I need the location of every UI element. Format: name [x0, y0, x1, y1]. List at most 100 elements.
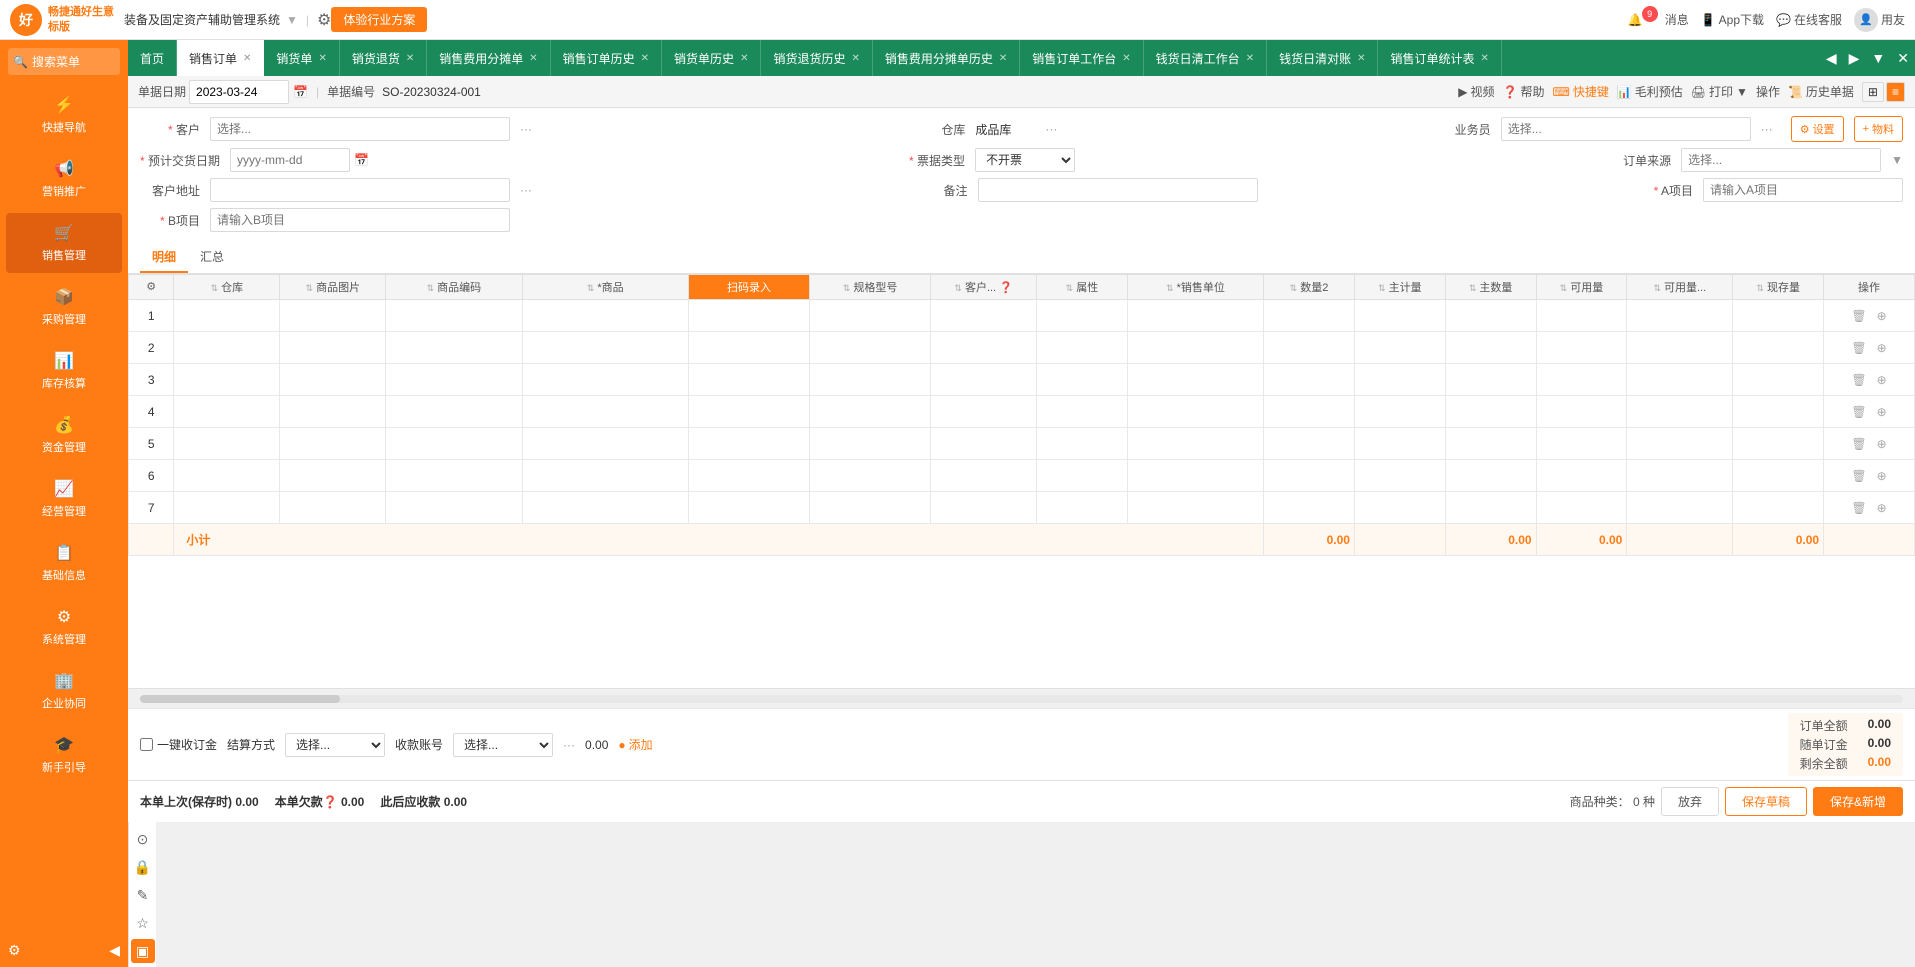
close-tab-sales-return[interactable]: ✕: [406, 53, 414, 64]
row-6-delete-button[interactable]: 🗑: [1848, 468, 1869, 484]
warehouse-more-icon[interactable]: ···: [1045, 122, 1057, 136]
col-product-image[interactable]: ⇅ 商品图片: [280, 275, 386, 300]
order-source-input[interactable]: [1681, 148, 1881, 172]
close-tab-daily-workbench[interactable]: ✕: [1246, 53, 1254, 64]
close-tab-order-workbench[interactable]: ✕: [1122, 53, 1130, 64]
view-video-button[interactable]: ▶ 视频: [1458, 83, 1494, 100]
row-2-delete-button[interactable]: 🗑: [1848, 340, 1869, 356]
row-2-scan[interactable]: [688, 332, 809, 364]
row-3-copy-button[interactable]: ⊕: [1874, 372, 1890, 388]
close-tab-invoice-history[interactable]: ✕: [740, 53, 748, 64]
row-1-available2[interactable]: [1627, 300, 1733, 332]
row-1-image[interactable]: [280, 300, 386, 332]
close-tab-sales-expense[interactable]: ✕: [529, 53, 537, 64]
date-input[interactable]: [189, 80, 289, 104]
one-click-checkbox[interactable]: [140, 738, 153, 751]
settings-button[interactable]: ⚙ 设置: [1791, 116, 1844, 142]
row-4-delete-button[interactable]: 🗑: [1848, 404, 1869, 420]
row-2-current[interactable]: [1733, 332, 1824, 364]
row-2-product[interactable]: [522, 332, 688, 364]
receipt-no-select[interactable]: 选择...: [453, 733, 553, 757]
row-1-sales-unit[interactable]: [1127, 300, 1263, 332]
row-2-available2[interactable]: [1627, 332, 1733, 364]
sidebar-item-quick-nav[interactable]: ⚡ 快捷导航: [6, 85, 122, 145]
tab-home[interactable]: 首页: [128, 40, 177, 76]
a-project-input[interactable]: [1703, 178, 1903, 202]
row-1-product[interactable]: [522, 300, 688, 332]
right-panel-icon-1[interactable]: ⊙: [131, 827, 155, 851]
profit-button[interactable]: 📊 毛利预估: [1617, 83, 1683, 100]
system-dropdown-icon[interactable]: ▼: [286, 13, 298, 27]
customer-input[interactable]: [210, 117, 510, 141]
row-2-main-qty[interactable]: [1445, 332, 1536, 364]
shortcut-button[interactable]: ⌨ 快捷键: [1552, 83, 1608, 100]
tab-close-all[interactable]: ✕: [1891, 50, 1915, 67]
address-more-icon[interactable]: ···: [520, 183, 532, 197]
message-button[interactable]: 🔔 9 消息: [1628, 11, 1689, 28]
sidebar-collapse-button[interactable]: ◀: [109, 942, 120, 959]
salesman-input[interactable]: [1501, 117, 1751, 141]
row-1-qty2[interactable]: [1264, 300, 1355, 332]
discard-button[interactable]: 放弃: [1661, 787, 1719, 816]
tab-sales-invoice[interactable]: 销货单 ✕: [264, 40, 339, 76]
add-payment-button[interactable]: ● 添加: [618, 736, 652, 753]
row-2-sales-unit[interactable]: [1127, 332, 1263, 364]
row-1-main-qty[interactable]: [1445, 300, 1536, 332]
row-1-spec[interactable]: [810, 300, 931, 332]
col-spec[interactable]: ⇅ 规格型号: [810, 275, 931, 300]
col-sales-unit[interactable]: ⇅ *销售单位: [1127, 275, 1263, 300]
tab-sales-expense[interactable]: 销售费用分摊单 ✕: [427, 40, 550, 76]
scrollbar-thumb[interactable]: [140, 695, 340, 703]
save-draft-button[interactable]: 保存草稿: [1725, 787, 1807, 816]
salesman-more-icon[interactable]: ···: [1761, 122, 1773, 136]
col-available-qty[interactable]: ⇅ 可用量: [1536, 275, 1627, 300]
sidebar-item-capital[interactable]: 💰 资金管理: [6, 405, 122, 465]
user-menu-button[interactable]: 👤 用友: [1854, 8, 1905, 32]
sidebar-item-system[interactable]: ⚙ 系统管理: [6, 597, 122, 657]
col-current-stock[interactable]: ⇅ 现存量: [1733, 275, 1824, 300]
sidebar-item-new-guide[interactable]: 🎓 新手引导: [6, 725, 122, 785]
row-2-code[interactable]: [386, 332, 522, 364]
close-tab-sales-order[interactable]: ✕: [243, 53, 251, 64]
row-2-available[interactable]: [1536, 332, 1627, 364]
tab-prev-arrow[interactable]: ◀: [1820, 50, 1843, 67]
sidebar-item-marketing[interactable]: 📢 营销推广: [6, 149, 122, 209]
row-2-attribute[interactable]: [1037, 332, 1128, 364]
row-1-scan[interactable]: [688, 300, 809, 332]
calendar-icon[interactable]: 📅: [293, 85, 308, 99]
tab-sales-order[interactable]: 销售订单 ✕: [177, 40, 264, 76]
col-product[interactable]: ⇅ *商品: [522, 275, 688, 300]
settlement-method-select[interactable]: 选择...: [285, 733, 385, 757]
tab-daily-reconcile[interactable]: 钱货日清对账 ✕: [1267, 40, 1378, 76]
row-1-delete-button[interactable]: 🗑: [1848, 308, 1869, 324]
col-main-qty[interactable]: ⇅ 主数量: [1445, 275, 1536, 300]
tab-sales-order-history[interactable]: 销售订单历史 ✕: [551, 40, 662, 76]
row-2-main-unit[interactable]: [1354, 332, 1445, 364]
delivery-date-input[interactable]: [230, 148, 350, 172]
tab-next-arrow[interactable]: ▶: [1843, 50, 1866, 67]
invoice-select[interactable]: 不开票: [975, 148, 1075, 172]
grid-view-button[interactable]: ⊞: [1862, 82, 1884, 102]
history-button[interactable]: 📜 历史单据: [1788, 83, 1854, 100]
delivery-calendar-icon[interactable]: 📅: [354, 153, 369, 167]
list-view-button[interactable]: ≡: [1886, 82, 1905, 102]
right-panel-icon-5[interactable]: ▣: [131, 939, 155, 963]
close-tab-sales-stats[interactable]: ✕: [1481, 53, 1489, 64]
help-button[interactable]: ❓ 帮助: [1503, 83, 1545, 100]
tab-detail[interactable]: 明细: [140, 242, 188, 273]
tab-summary[interactable]: 汇总: [188, 242, 236, 273]
row-1-code[interactable]: [386, 300, 522, 332]
print-button[interactable]: 🖨 打印 ▼: [1691, 83, 1748, 100]
order-source-dropdown-icon[interactable]: ▼: [1891, 153, 1903, 167]
payment-more-icon[interactable]: ···: [563, 738, 575, 752]
app-download-button[interactable]: 📱 App下载: [1701, 11, 1764, 28]
row-2-copy-button[interactable]: ⊕: [1874, 340, 1890, 356]
tab-order-workbench[interactable]: 销售订单工作台 ✕: [1020, 40, 1143, 76]
sidebar-item-basic-info[interactable]: 📋 基础信息: [6, 533, 122, 593]
col-customer-attr[interactable]: ⇅ 客户... ❓: [931, 275, 1037, 300]
row-6-copy-button[interactable]: ⊕: [1874, 468, 1890, 484]
close-tab-return-history[interactable]: ✕: [851, 53, 859, 64]
row-1-current[interactable]: [1733, 300, 1824, 332]
row-2-warehouse[interactable]: [174, 332, 280, 364]
industry-solution-button[interactable]: 体验行业方案: [331, 7, 427, 32]
